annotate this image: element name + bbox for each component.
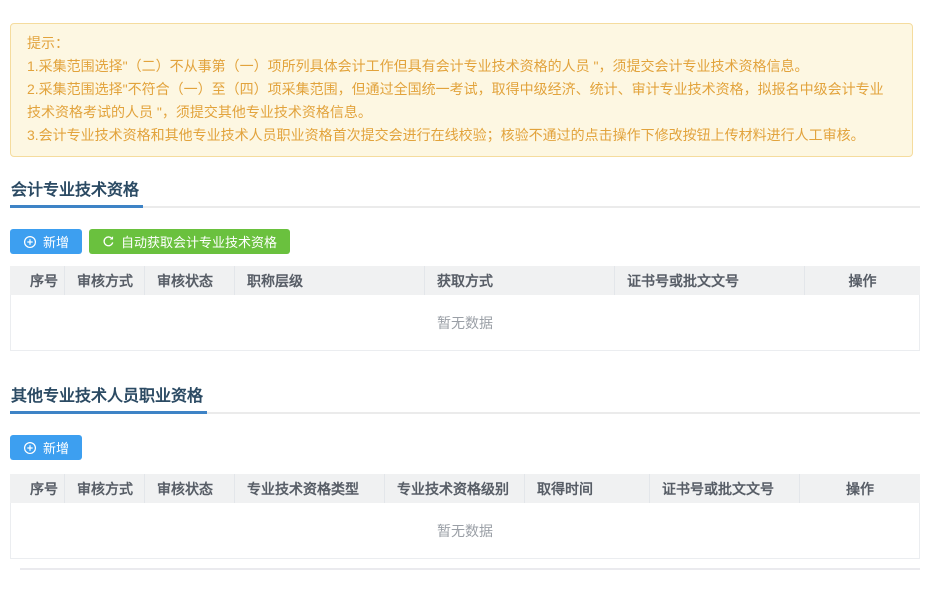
section-other-header: 其他专业技术人员职业资格 bbox=[10, 388, 920, 414]
other-table-header-row: 序号 审核方式 审核状态 专业技术资格类型 专业技术资格级别 取得时间 证书号或… bbox=[10, 474, 920, 503]
other-empty-text: 暂无数据 bbox=[437, 521, 493, 541]
other-col-obtain-time: 取得时间 bbox=[525, 474, 650, 503]
accounting-table-header-row: 序号 审核方式 审核状态 职称层级 获取方式 证书号或批文文号 操作 bbox=[10, 266, 920, 295]
accounting-auto-fetch-button[interactable]: 自动获取会计专业技术资格 bbox=[89, 229, 290, 254]
qualification-collection-page: 提示： 1.采集范围选择"（二）不从事第（一）项所列具体会计工作但具有会计专业技… bbox=[0, 23, 930, 570]
plus-circle-icon bbox=[23, 235, 37, 249]
accounting-col-review-status: 审核状态 bbox=[145, 266, 235, 295]
accounting-col-actions: 操作 bbox=[805, 266, 920, 295]
notice-title: 提示： bbox=[27, 32, 896, 55]
other-col-review-status: 审核状态 bbox=[145, 474, 235, 503]
other-col-actions: 操作 bbox=[800, 474, 920, 503]
section-other-title: 其他专业技术人员职业资格 bbox=[10, 388, 207, 414]
section-accounting-header: 会计专业技术资格 bbox=[10, 182, 920, 208]
accounting-add-button[interactable]: 新增 bbox=[10, 229, 82, 254]
section-accounting-title: 会计专业技术资格 bbox=[10, 182, 143, 208]
accounting-add-label: 新增 bbox=[43, 232, 69, 251]
notice-line-1: 1.采集范围选择"（二）不从事第（一）项所列具体会计工作但具有会计专业技术资格的… bbox=[27, 55, 896, 78]
accounting-table-empty-row: 暂无数据 bbox=[10, 295, 920, 351]
accounting-col-title-level: 职称层级 bbox=[235, 266, 425, 295]
notice-line-3: 3.会计专业技术资格和其他专业技术人员职业资格首次提交会进行在线校验；核验不通过… bbox=[27, 124, 896, 147]
accounting-col-review-method: 审核方式 bbox=[65, 266, 145, 295]
accounting-col-obtain-method: 获取方式 bbox=[425, 266, 615, 295]
other-col-qualification-level: 专业技术资格级别 bbox=[385, 474, 525, 503]
other-table-empty-row: 暂无数据 bbox=[10, 503, 920, 559]
other-table: 序号 审核方式 审核状态 专业技术资格类型 专业技术资格级别 取得时间 证书号或… bbox=[10, 474, 920, 559]
other-col-certificate-no: 证书号或批文文号 bbox=[650, 474, 800, 503]
accounting-col-certificate-no: 证书号或批文文号 bbox=[615, 266, 805, 295]
other-col-review-method: 审核方式 bbox=[65, 474, 145, 503]
refresh-icon bbox=[102, 235, 115, 248]
accounting-toolbar: 新增 自动获取会计专业技术资格 bbox=[10, 229, 920, 254]
other-toolbar: 新增 bbox=[10, 435, 920, 460]
accounting-col-seq: 序号 bbox=[10, 266, 65, 295]
notice-line-2: 2.采集范围选择"不符合（一）至（四）项采集范围，但通过全国统一考试，取得中级经… bbox=[27, 78, 896, 124]
notice-box: 提示： 1.采集范围选择"（二）不从事第（一）项所列具体会计工作但具有会计专业技… bbox=[10, 23, 913, 157]
plus-circle-icon bbox=[23, 441, 37, 455]
accounting-auto-fetch-label: 自动获取会计专业技术资格 bbox=[121, 232, 277, 251]
accounting-empty-text: 暂无数据 bbox=[437, 313, 493, 333]
accounting-table: 序号 审核方式 审核状态 职称层级 获取方式 证书号或批文文号 操作 暂无数据 bbox=[10, 266, 920, 351]
other-add-button[interactable]: 新增 bbox=[10, 435, 82, 460]
other-col-seq: 序号 bbox=[10, 474, 65, 503]
other-add-label: 新增 bbox=[43, 438, 69, 457]
other-col-qualification-type: 专业技术资格类型 bbox=[235, 474, 385, 503]
